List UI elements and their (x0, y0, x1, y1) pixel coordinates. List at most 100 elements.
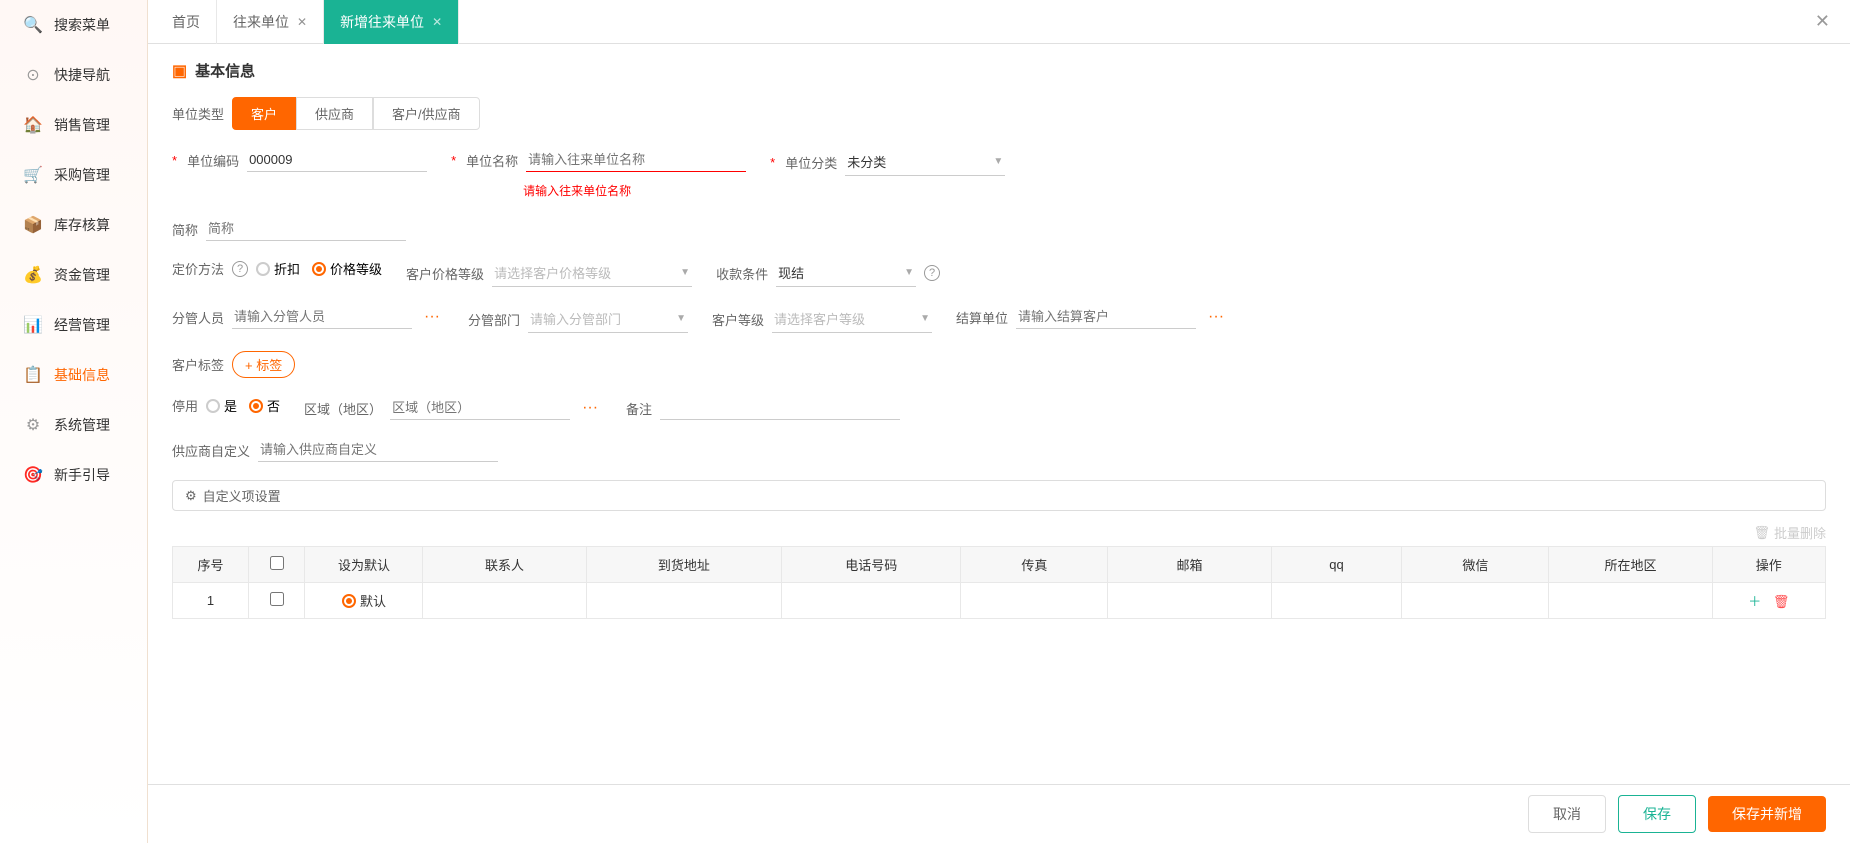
col-email: 邮箱 (1108, 547, 1271, 583)
sidebar-item-search[interactable]: 🔍 搜索菜单 (6, 2, 141, 48)
region-more-btn[interactable]: ··· (578, 399, 602, 417)
custom-settings-label: 自定义项设置 (203, 486, 281, 505)
manager-input[interactable] (232, 305, 412, 329)
col-contact: 联系人 (423, 547, 586, 583)
col-qq: qq (1271, 547, 1402, 583)
unit-btn-both[interactable]: 客户/供应商 (373, 97, 480, 130)
tab-new-contact-close[interactable]: ✕ (432, 15, 442, 29)
row-wechat-input[interactable] (1440, 593, 1510, 608)
customer-price-level-label: 客户价格等级 (406, 264, 484, 283)
row-qq-input[interactable] (1306, 593, 1366, 608)
sidebar-item-operations[interactable]: 📊 经营管理 (6, 302, 141, 348)
row-contact[interactable] (423, 583, 586, 619)
customer-level-select[interactable]: 请选择客户等级 ▼ (772, 305, 932, 333)
save-add-button[interactable]: 保存并新增 (1708, 796, 1826, 832)
inventory-icon: 📦 (22, 214, 44, 236)
tabbar-close-btn[interactable]: ✕ (1803, 11, 1842, 32)
sidebar-item-sales[interactable]: 🏠 销售管理 (6, 102, 141, 148)
disabled-no-circle (249, 399, 263, 413)
unit-name-input[interactable] (526, 148, 746, 172)
unit-btn-supplier[interactable]: 供应商 (296, 97, 373, 130)
tab-new-contact[interactable]: 新增往来单位 ✕ (324, 0, 459, 44)
row-default-radio[interactable]: 默认 (315, 591, 412, 610)
row-fax-input[interactable] (999, 593, 1069, 608)
sidebar-item-purchase[interactable]: 🛒 采购管理 (6, 152, 141, 198)
form-area: ▣ 基本信息 单位类型 客户 供应商 客户/供应商 * 单位编码 (148, 44, 1850, 784)
sidebar-item-quicknav[interactable]: ⊙ 快捷导航 (6, 52, 141, 98)
unit-type-label: 单位类型 (172, 104, 224, 123)
short-name-label: 简称 (172, 220, 198, 239)
row-delete-btn[interactable]: 🗑 (1773, 594, 1790, 609)
row-checkbox[interactable] (270, 592, 284, 606)
row-address[interactable] (586, 583, 781, 619)
pricing-radio-discount[interactable]: 折扣 (256, 259, 300, 278)
custom-settings-btn[interactable]: ⚙ 自定义项设置 (172, 480, 1826, 511)
select-all-checkbox[interactable] (270, 556, 284, 570)
system-icon: ⚙ (22, 414, 44, 436)
unit-btn-customer[interactable]: 客户 (232, 97, 296, 130)
tab-home-label: 首页 (172, 12, 200, 32)
disabled-yes[interactable]: 是 (206, 396, 237, 415)
batch-delete-icon: 🗑 (1753, 525, 1770, 541)
tab-home[interactable]: 首页 (156, 0, 217, 44)
add-tag-btn[interactable]: + 标签 (232, 351, 295, 378)
settlement-unit-input[interactable] (1016, 305, 1196, 329)
manager-row: 分管人员 ··· 分管部门 请输入分管部门 ▼ 客户等级 请选择客户等级 ▼ 结… (172, 305, 1826, 333)
basic-icon: 📋 (22, 364, 44, 386)
payment-terms-value: 现结 (778, 263, 804, 282)
sidebar-label-sales: 销售管理 (54, 115, 110, 135)
row-region-input[interactable] (1590, 593, 1670, 608)
region-group: 区域（地区） ··· (304, 396, 602, 420)
col-region: 所在地区 (1549, 547, 1712, 583)
unit-category-select[interactable]: 未分类 ▼ (845, 148, 1005, 176)
row-phone-input[interactable] (826, 593, 916, 608)
row-contact-input[interactable] (465, 593, 545, 608)
pricing-help-icon[interactable]: ? (232, 261, 248, 277)
sidebar-item-system[interactable]: ⚙ 系统管理 (6, 402, 141, 448)
row-fax[interactable] (961, 583, 1108, 619)
payment-terms-select[interactable]: 现结 ▼ (776, 259, 916, 287)
customer-price-level-select[interactable]: 请选择客户价格等级 ▼ (492, 259, 692, 287)
sidebar-item-basic[interactable]: 📋 基础信息 (6, 352, 141, 398)
row-email-input[interactable] (1149, 593, 1229, 608)
batch-delete-btn[interactable]: 🗑 批量删除 (1753, 523, 1826, 542)
tab-contacts-close[interactable]: ✕ (297, 15, 307, 29)
pricing-row: 定价方法 ? 折扣 价格等级 客户价格等级 请选择客户价格等级 (172, 259, 1826, 287)
row-wechat[interactable] (1402, 583, 1549, 619)
pricing-discount-circle (256, 262, 270, 276)
row-address-input[interactable] (634, 593, 734, 608)
unit-category-label: 单位分类 (785, 153, 837, 172)
row-checkbox-cell (248, 583, 305, 619)
row-add-btn[interactable]: ＋ (1748, 594, 1761, 609)
disabled-no[interactable]: 否 (249, 396, 280, 415)
department-placeholder: 请输入分管部门 (530, 309, 621, 328)
manager-more-btn[interactable]: ··· (420, 308, 444, 326)
tags-row: 客户标签 + 标签 (172, 351, 1826, 378)
settlement-more-btn[interactable]: ··· (1204, 308, 1228, 326)
customer-level-label: 客户等级 (712, 310, 764, 329)
save-button[interactable]: 保存 (1618, 795, 1696, 833)
unit-code-input[interactable] (247, 148, 427, 172)
payment-terms-help-icon[interactable]: ? (924, 265, 940, 281)
pricing-radio-price-level[interactable]: 价格等级 (312, 259, 382, 278)
supplier-custom-input[interactable] (258, 438, 498, 462)
supplier-custom-row: 供应商自定义 (172, 438, 1826, 462)
sidebar-item-guide[interactable]: 🎯 新手引导 (6, 452, 141, 498)
cancel-button[interactable]: 取消 (1528, 795, 1606, 833)
region-input[interactable] (390, 396, 570, 420)
department-select[interactable]: 请输入分管部门 ▼ (528, 305, 688, 333)
short-name-input[interactable] (206, 217, 406, 241)
pricing-price-level-circle (312, 262, 326, 276)
row-qq[interactable] (1271, 583, 1402, 619)
sidebar-item-inventory[interactable]: 📦 库存核算 (6, 202, 141, 248)
notes-input[interactable] (660, 396, 900, 420)
row-email[interactable] (1108, 583, 1271, 619)
pricing-method-label: 定价方法 (172, 259, 224, 278)
customer-level-group: 客户等级 请选择客户等级 ▼ (712, 305, 932, 333)
tab-contacts[interactable]: 往来单位 ✕ (217, 0, 324, 44)
row-phone[interactable] (782, 583, 961, 619)
unit-code-required: * (172, 153, 177, 168)
col-default: 设为默认 (305, 547, 423, 583)
sidebar-item-finance[interactable]: 💰 资金管理 (6, 252, 141, 298)
row-region[interactable] (1549, 583, 1712, 619)
